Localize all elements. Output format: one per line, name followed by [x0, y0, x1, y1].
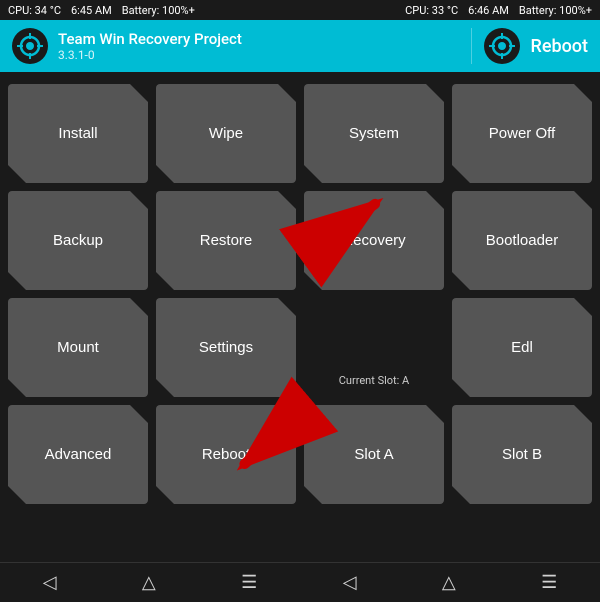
- reboot-button[interactable]: Reboot: [156, 405, 296, 504]
- time-right: 6:46 AM: [468, 4, 509, 17]
- bootloader-button[interactable]: Bootloader: [452, 191, 592, 290]
- bottom-nav: ◁ △ ☰ ◁ △ ☰: [0, 562, 600, 602]
- slot-a-button[interactable]: Slot A: [304, 405, 444, 504]
- main-area: Install Wipe System Power Off Backup Res…: [0, 72, 600, 562]
- home-icon-right[interactable]: △: [442, 572, 456, 593]
- current-slot-label: Current Slot: A: [339, 374, 409, 387]
- cpu-temp-left: CPU: 34 °C: [8, 4, 61, 17]
- power-off-button[interactable]: Power Off: [452, 84, 592, 183]
- edl-slot-area: Current Slot: A: [304, 298, 444, 397]
- time-left: 6:45 AM: [71, 4, 112, 17]
- menu-icon-left[interactable]: ☰: [241, 572, 257, 593]
- recovery-button[interactable]: Recovery: [304, 191, 444, 290]
- twrp-logo-right: [484, 28, 520, 64]
- twrp-logo: [12, 28, 48, 64]
- button-grid: Install Wipe System Power Off Backup Res…: [8, 84, 592, 504]
- app-version: 3.3.1-0: [58, 48, 242, 62]
- menu-icon-right[interactable]: ☰: [541, 572, 557, 593]
- battery-left: Battery: 100%+: [122, 4, 195, 17]
- app-name: Team Win Recovery Project: [58, 30, 242, 48]
- backup-button[interactable]: Backup: [8, 191, 148, 290]
- title-bars: Team Win Recovery Project 3.3.1-0 Reboot: [0, 20, 600, 72]
- restore-button[interactable]: Restore: [156, 191, 296, 290]
- install-button[interactable]: Install: [8, 84, 148, 183]
- current-page-title: Reboot: [530, 36, 588, 57]
- back-icon-right[interactable]: ◁: [343, 572, 357, 593]
- app-title-section: Team Win Recovery Project 3.3.1-0: [0, 20, 471, 72]
- mount-button[interactable]: Mount: [8, 298, 148, 397]
- status-right: CPU: 33 °C 6:46 AM Battery: 100%+: [405, 2, 592, 18]
- slot-b-button[interactable]: Slot B: [452, 405, 592, 504]
- wipe-button[interactable]: Wipe: [156, 84, 296, 183]
- system-button[interactable]: System: [304, 84, 444, 183]
- reboot-title-section: Reboot: [472, 20, 600, 72]
- settings-button[interactable]: Settings: [156, 298, 296, 397]
- edl-button[interactable]: Edl: [452, 298, 592, 397]
- advanced-button[interactable]: Advanced: [8, 405, 148, 504]
- back-icon-left[interactable]: ◁: [43, 572, 57, 593]
- cpu-temp-right: CPU: 33 °C: [405, 4, 458, 17]
- status-bar: CPU: 34 °C 6:45 AM Battery: 100%+ CPU: 3…: [0, 0, 600, 20]
- app-title-text: Team Win Recovery Project 3.3.1-0: [58, 30, 242, 62]
- battery-right: Battery: 100%+: [519, 4, 592, 17]
- status-left: CPU: 34 °C 6:45 AM Battery: 100%+: [8, 2, 195, 18]
- home-icon-left[interactable]: △: [142, 572, 156, 593]
